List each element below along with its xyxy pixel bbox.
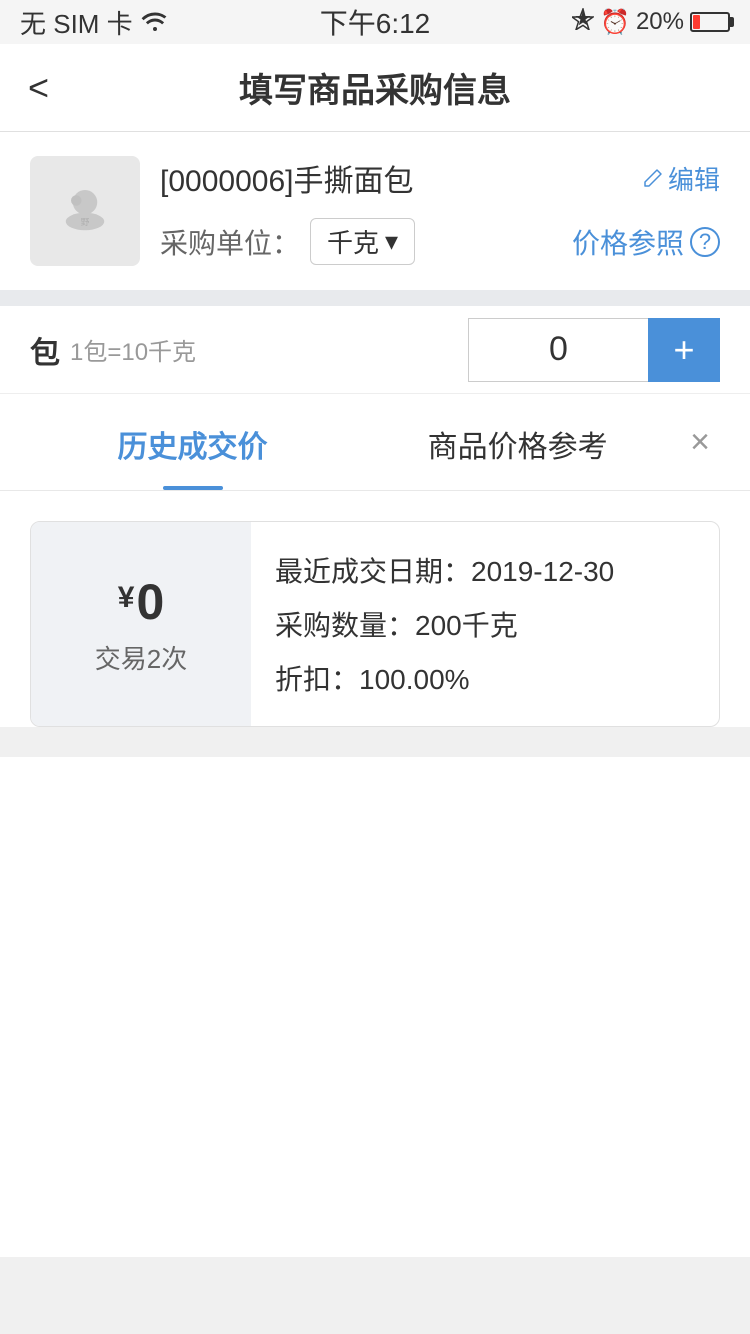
alarm-icon: ⏰ — [600, 8, 630, 37]
purchase-qty-row: 采购数量：200千克 — [275, 604, 695, 644]
history-card: ¥ 0 交易2次 最近成交日期：2019-12-30 采购数量：200千克 折扣… — [30, 521, 720, 727]
battery-percent: 20% — [636, 8, 684, 36]
unit-badge: 包 — [30, 328, 60, 372]
recent-date-value: 2019-12-30 — [471, 556, 614, 587]
chevron-down-icon: ▾ — [385, 226, 398, 257]
purchase-qty-label: 采购数量： — [275, 610, 415, 641]
status-right: ⏰ 20% — [572, 8, 730, 37]
unit-select[interactable]: 千克 ▾ — [310, 218, 415, 265]
product-image: 野 — [30, 156, 140, 266]
page-title: 填写商品采购信息 — [239, 63, 511, 112]
tab-panel: 历史成交价 商品价格参考 × ¥ 0 交易2次 最近成交日期：2019-12-3… — [0, 394, 750, 727]
transaction-count: 交易2次 — [95, 639, 187, 676]
purchase-qty-value: 200千克 — [415, 610, 518, 641]
recent-date-row: 最近成交日期：2019-12-30 — [275, 550, 695, 590]
location-icon — [572, 8, 594, 37]
history-card-right: 最近成交日期：2019-12-30 采购数量：200千克 折扣：100.00% — [251, 522, 719, 726]
status-left: 无 SIM 卡 — [20, 4, 169, 41]
status-bar: 无 SIM 卡 下午6:12 ⏰ 20% — [0, 0, 750, 44]
nav-bar: < 填写商品采购信息 — [0, 44, 750, 132]
unit-label: 采购单位： — [160, 222, 300, 262]
tab-history-price[interactable]: 历史成交价 — [30, 394, 355, 490]
price-symbol: ¥ — [118, 581, 135, 615]
back-button[interactable]: < — [28, 67, 49, 109]
discount-label: 折扣： — [275, 664, 359, 695]
quantity-row: 包 1包=10千克 + — [0, 306, 750, 394]
battery-icon — [690, 12, 730, 32]
history-card-left: ¥ 0 交易2次 — [31, 522, 251, 726]
product-info: [0000006]手撕面包 编辑 采购单位： 千克 ▾ 价格参照 ? — [160, 156, 720, 265]
edit-button[interactable]: 编辑 — [642, 160, 720, 197]
recent-date-label: 最近成交日期： — [275, 556, 471, 587]
price-value: 0 — [136, 573, 164, 631]
quantity-control: + — [468, 318, 720, 382]
quantity-plus-button[interactable]: + — [648, 318, 720, 382]
carrier-text: 无 SIM 卡 — [20, 4, 133, 41]
empty-content-area — [0, 757, 750, 1257]
status-time: 下午6:12 — [320, 2, 431, 42]
price-ref-button[interactable]: 价格参照 ? — [572, 222, 720, 262]
tab-header: 历史成交价 商品价格参考 × — [0, 394, 750, 491]
discount-row: 折扣：100.00% — [275, 658, 695, 698]
svg-text:野: 野 — [81, 217, 90, 227]
history-price: ¥ 0 — [118, 573, 165, 631]
product-section: 野 [0000006]手撕面包 编辑 采购单位： 千克 ▾ 价格参照 ? — [0, 132, 750, 290]
product-unit-row: 采购单位： 千克 ▾ 价格参照 ? — [160, 218, 720, 265]
discount-value: 100.00% — [359, 664, 470, 695]
tab-product-price-ref[interactable]: 商品价格参考 — [355, 394, 680, 490]
wifi-icon — [141, 7, 169, 38]
tab-close-button[interactable]: × — [680, 413, 720, 472]
unit-sub-text: 1包=10千克 — [70, 332, 196, 367]
section-divider — [0, 290, 750, 306]
price-ref-help-icon: ? — [690, 227, 720, 257]
product-name: [0000006]手撕面包 — [160, 156, 413, 200]
unit-info: 包 1包=10千克 — [30, 328, 468, 372]
product-header: [0000006]手撕面包 编辑 — [160, 156, 720, 200]
quantity-input[interactable] — [468, 318, 648, 382]
